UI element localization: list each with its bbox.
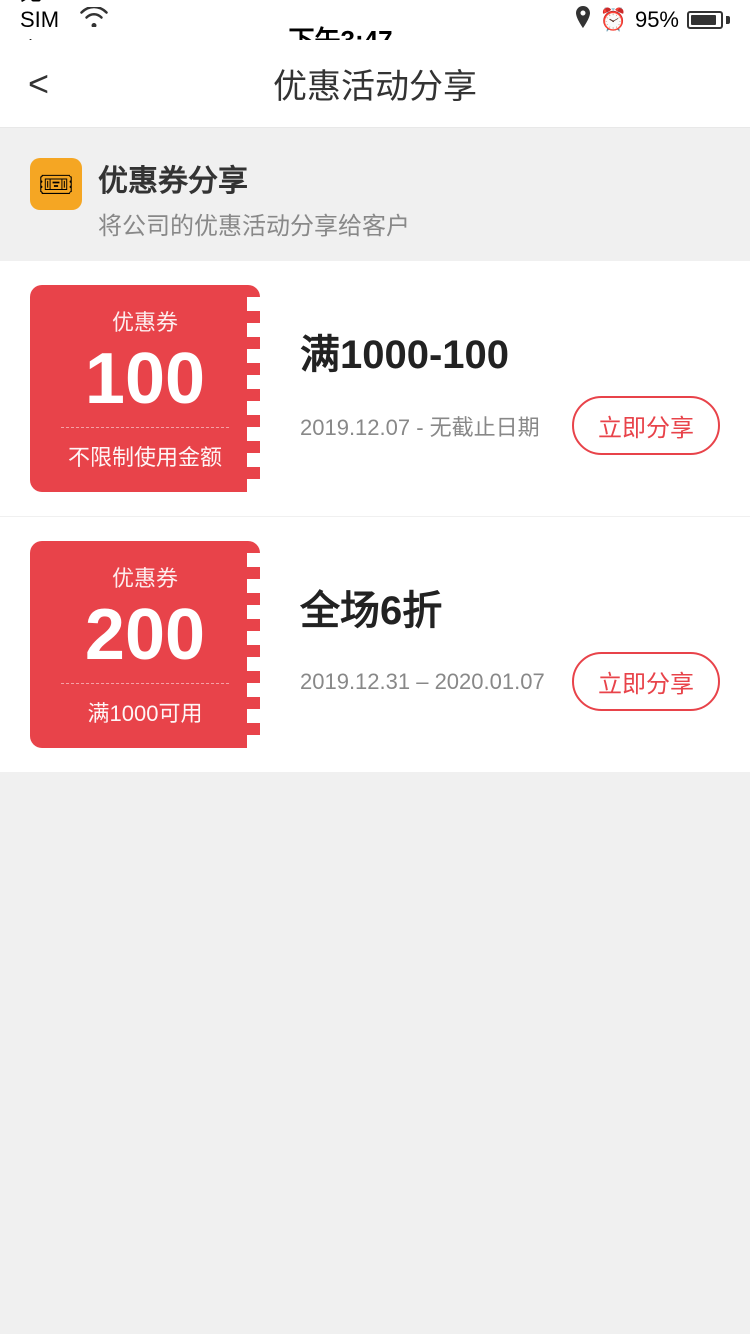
coupon-meta-2: 2019.12.31 – 2020.01.07 立即分享 [300, 652, 720, 711]
coupon-name-1: 满1000-100 [300, 322, 720, 380]
location-icon [574, 6, 592, 34]
coupon-condition-1: 不限制使用金额 [68, 440, 222, 472]
coupon-label-1: 优惠券 [112, 305, 178, 337]
status-right: ⏰ 95% [574, 6, 730, 34]
coupon-icon: 🎟 [38, 168, 74, 201]
coupon-left-1: 优惠券 100 不限制使用金额 [30, 285, 260, 492]
coupon-amount-2: 200 [85, 599, 205, 671]
coupon-card: 优惠券 100 不限制使用金额 满1000-100 2019.12.07 - 无… [0, 261, 750, 517]
coupon-right-1: 满1000-100 2019.12.07 - 无截止日期 立即分享 [260, 285, 720, 492]
coupon-divider-2 [61, 683, 229, 684]
coupon-date-1: 2019.12.07 - 无截止日期 [300, 410, 562, 442]
nav-bar: < 优惠活动分享 [0, 40, 750, 128]
section-subtitle: 将公司的优惠活动分享给客户 [98, 206, 410, 241]
coupon-date-2: 2019.12.31 – 2020.01.07 [300, 669, 562, 695]
alarm-icon: ⏰ [600, 7, 627, 33]
empty-area [0, 772, 750, 1322]
status-bar: 无 SIM 卡 下午3:47 ⏰ 95% [0, 0, 750, 40]
coupon-amount-1: 100 [85, 343, 205, 415]
coupon-label-2: 优惠券 [112, 561, 178, 593]
share-button-2[interactable]: 立即分享 [572, 652, 720, 711]
section-title: 优惠券分享 [98, 156, 410, 200]
battery-icon [687, 11, 730, 29]
coupon-divider-1 [61, 427, 229, 428]
coupon-right-2: 全场6折 2019.12.31 – 2020.01.07 立即分享 [260, 541, 720, 748]
section-header: 🎟 优惠券分享 将公司的优惠活动分享给客户 [0, 128, 750, 261]
coupon-list: 优惠券 100 不限制使用金额 满1000-100 2019.12.07 - 无… [0, 261, 750, 772]
share-button-1[interactable]: 立即分享 [572, 396, 720, 455]
battery-text: 95% [635, 7, 679, 33]
wifi-icon [80, 7, 108, 33]
coupon-meta-1: 2019.12.07 - 无截止日期 立即分享 [300, 396, 720, 455]
coupon-condition-2: 满1000可用 [88, 696, 203, 728]
back-button[interactable]: < [28, 63, 49, 105]
coupon-left-2: 优惠券 200 满1000可用 [30, 541, 260, 748]
page-title: 优惠活动分享 [273, 59, 477, 108]
coupon-name-2: 全场6折 [300, 578, 720, 636]
section-text: 优惠券分享 将公司的优惠活动分享给客户 [98, 156, 410, 241]
section-icon: 🎟 [30, 158, 82, 210]
coupon-card-2: 优惠券 200 满1000可用 全场6折 2019.12.31 – 2020.0… [0, 517, 750, 772]
